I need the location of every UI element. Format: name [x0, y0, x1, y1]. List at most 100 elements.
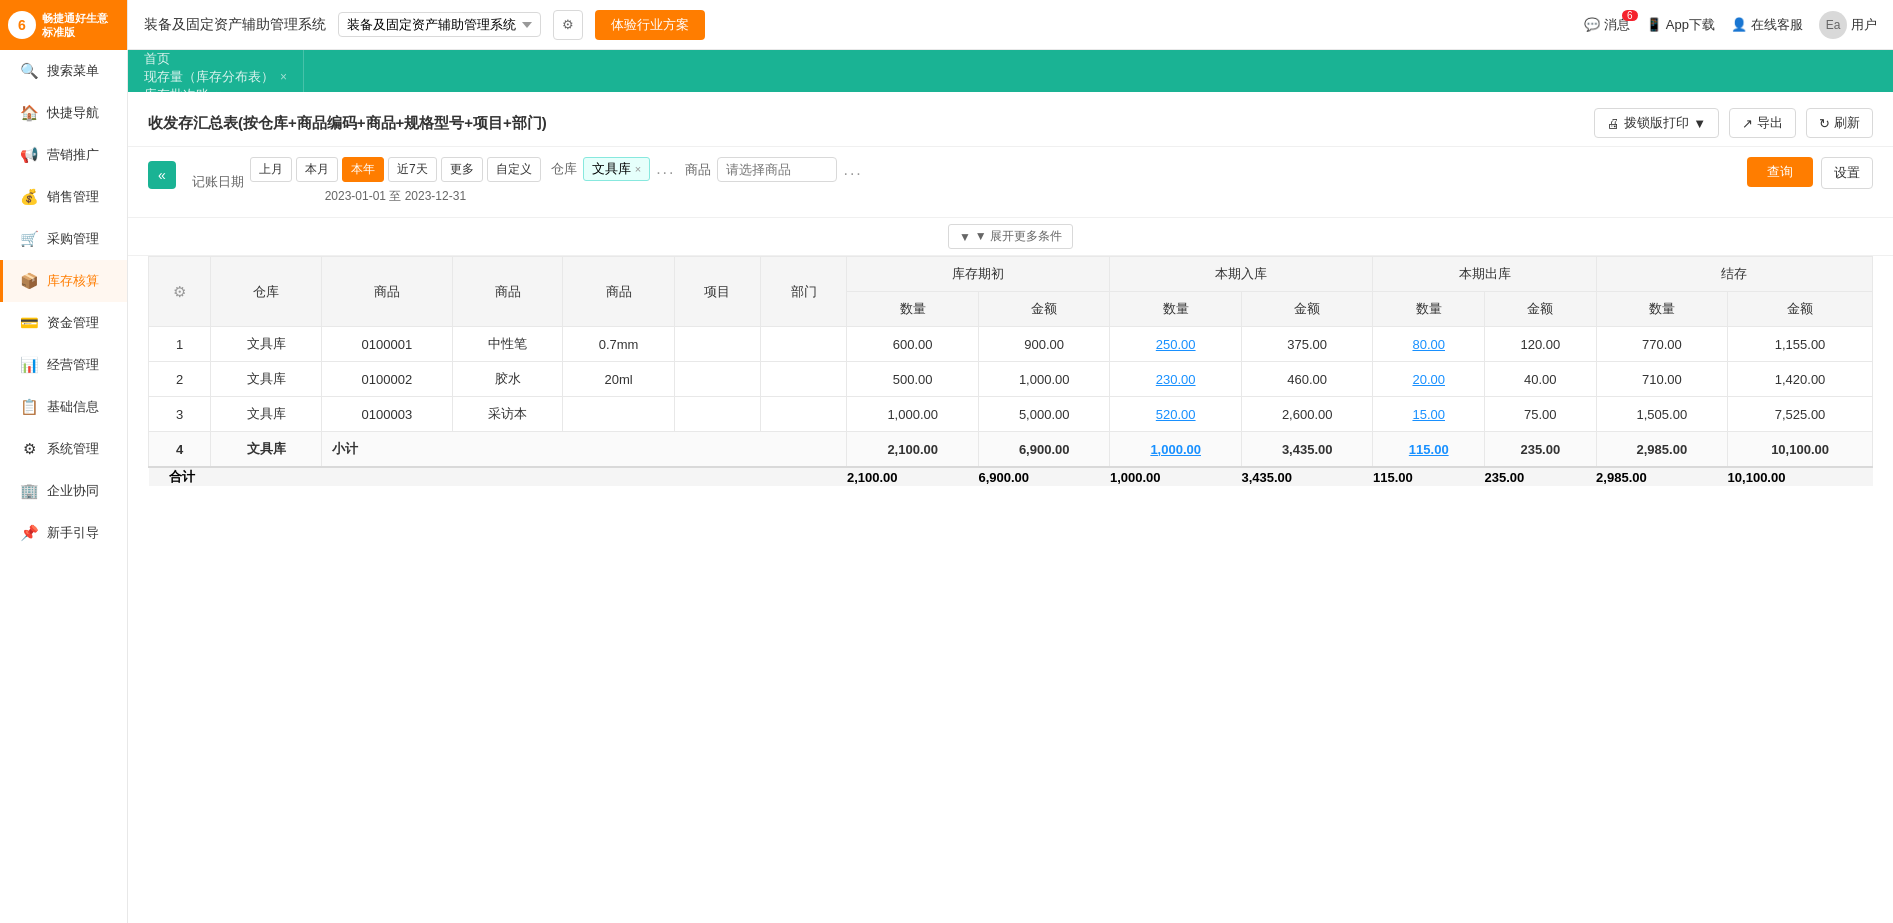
sidebar-item-operations[interactable]: 📊 经营管理: [0, 344, 127, 386]
sidebar-label-system: 系统管理: [47, 440, 99, 458]
sidebar-item-finance[interactable]: 💳 资金管理: [0, 302, 127, 344]
this-year-btn[interactable]: 本年: [342, 157, 384, 182]
th-out-group: 本期出库: [1373, 257, 1596, 292]
app-download-button[interactable]: 📱 App下载: [1646, 16, 1715, 34]
sidebar-icon-newbie: 📌: [19, 524, 39, 542]
cell-subtotal-out-qty[interactable]: 115.00: [1373, 432, 1485, 468]
user-menu[interactable]: Ea 用户: [1819, 11, 1877, 39]
cell-subtotal-in-qty[interactable]: 1,000.00: [1110, 432, 1242, 468]
page-header-actions: 🖨 拨锁版打印 ▼ ↗ 导出 ↻ 刷新: [1594, 108, 1873, 138]
total-in-amt: 3,435.00: [1241, 467, 1373, 486]
sidebar-item-purchase[interactable]: 🛒 采购管理: [0, 218, 127, 260]
warehouse-tag-close[interactable]: ×: [635, 163, 641, 175]
cell-out-qty[interactable]: 15.00: [1373, 397, 1485, 432]
online-service-button[interactable]: 👤 在线客服: [1731, 16, 1803, 34]
export-button[interactable]: ↗ 导出: [1729, 108, 1796, 138]
th-out-amt: 金额: [1485, 292, 1597, 327]
main-area: 装备及固定资产辅助管理系统 装备及固定资产辅助管理系统 ⚙ 体验行业方案 💬 消…: [128, 0, 1893, 923]
cell-in-qty[interactable]: 230.00: [1110, 362, 1242, 397]
goods-filter-label: 商品: [685, 161, 711, 179]
sidebar-icon-base-info: 📋: [19, 398, 39, 416]
date-range-text: 2023-01-01 至 2023-12-31: [321, 186, 470, 207]
cell-out-amt: 75.00: [1485, 397, 1597, 432]
more-date-btn[interactable]: 更多: [441, 157, 483, 182]
sidebar-item-corp[interactable]: 🏢 企业协同: [0, 470, 127, 512]
th-goods-name: 商品: [453, 257, 563, 327]
this-month-btn[interactable]: 本月: [296, 157, 338, 182]
tab-inventory-dist[interactable]: 现存量（库存分布表）×: [128, 68, 304, 86]
cell-opening-amt: 5,000.00: [978, 397, 1110, 432]
sidebar-item-quick-nav[interactable]: 🏠 快捷导航: [0, 92, 127, 134]
th-closing-group: 结存: [1596, 257, 1872, 292]
sidebar-item-inventory[interactable]: 📦 库存核算: [0, 260, 127, 302]
sidebar-item-sales[interactable]: 💰 销售管理: [0, 176, 127, 218]
cell-warehouse: 文具库: [211, 362, 321, 397]
filter-toggle-button[interactable]: «: [148, 161, 176, 189]
sidebar-item-marketing[interactable]: 📢 营销推广: [0, 134, 127, 176]
sidebar-item-search[interactable]: 🔍 搜索菜单: [0, 50, 127, 92]
cell-closing-qty: 1,505.00: [1596, 397, 1728, 432]
cell-closing-amt: 7,525.00: [1728, 397, 1873, 432]
phone-icon: 📱: [1646, 17, 1662, 32]
th-settings[interactable]: ⚙: [149, 257, 211, 327]
cell-closing-qty: 710.00: [1596, 362, 1728, 397]
tab-bar: 首页现存量（库存分布表）×库存批次账×出入库流水×出入库汇总×收发存汇总表×: [128, 50, 1893, 92]
goods-filter-input[interactable]: [717, 157, 837, 182]
tab-label-home: 首页: [144, 50, 170, 68]
sidebar-item-newbie[interactable]: 📌 新手引导: [0, 512, 127, 554]
cell-subtotal-no: 4: [149, 432, 211, 468]
cell-out-amt: 40.00: [1485, 362, 1597, 397]
sidebar-label-finance: 资金管理: [47, 314, 99, 332]
cell-project: [674, 327, 760, 362]
settings-button[interactable]: ⚙: [553, 10, 583, 40]
cell-in-qty[interactable]: 520.00: [1110, 397, 1242, 432]
sidebar-item-base-info[interactable]: 📋 基础信息: [0, 386, 127, 428]
cell-no: 2: [149, 362, 211, 397]
messages-button[interactable]: 💬 消息 6: [1584, 16, 1630, 34]
logo-icon: 6: [8, 11, 36, 39]
print-button[interactable]: 🖨 拨锁版打印 ▼: [1594, 108, 1719, 138]
cell-in-qty[interactable]: 250.00: [1110, 327, 1242, 362]
cell-out-qty[interactable]: 80.00: [1373, 327, 1485, 362]
cell-goods-code: 0100001: [321, 327, 453, 362]
query-button[interactable]: 查询: [1747, 157, 1813, 187]
custom-date-btn[interactable]: 自定义: [487, 157, 541, 182]
th-in-amt: 金额: [1241, 292, 1373, 327]
th-goods-code: 商品: [321, 257, 453, 327]
total-opening-amt: 6,900.00: [978, 467, 1110, 486]
cell-closing-amt: 1,420.00: [1728, 362, 1873, 397]
cell-goods-spec: [563, 397, 675, 432]
cell-in-amt: 2,600.00: [1241, 397, 1373, 432]
cell-out-qty[interactable]: 20.00: [1373, 362, 1485, 397]
cell-opening-qty: 500.00: [847, 362, 979, 397]
sidebar-icon-purchase: 🛒: [19, 230, 39, 248]
th-closing-qty: 数量: [1596, 292, 1728, 327]
prev-month-btn[interactable]: 上月: [250, 157, 292, 182]
table-settings-icon[interactable]: ⚙: [173, 283, 186, 300]
expand-bar: ▼ ▼ 展开更多条件: [128, 218, 1893, 256]
warehouse-filter-label: 仓库: [551, 160, 577, 178]
filter-settings-button[interactable]: 设置: [1821, 157, 1873, 189]
cell-subtotal-opening-amt: 6,900.00: [978, 432, 1110, 468]
message-icon: 💬: [1584, 17, 1600, 32]
sidebar-label-newbie: 新手引导: [47, 524, 99, 542]
sidebar-label-operations: 经营管理: [47, 356, 99, 374]
tab-home[interactable]: 首页: [128, 50, 304, 68]
cell-subtotal-label: 小计: [321, 432, 847, 468]
system-select[interactable]: 装备及固定资产辅助管理系统: [338, 12, 541, 37]
expand-conditions-button[interactable]: ▼ ▼ 展开更多条件: [948, 224, 1073, 249]
trial-button[interactable]: 体验行业方案: [595, 10, 705, 40]
goods-more-button[interactable]: ...: [843, 161, 862, 179]
sidebar-item-system[interactable]: ⚙ 系统管理: [0, 428, 127, 470]
cell-in-amt: 375.00: [1241, 327, 1373, 362]
last-7days-btn[interactable]: 近7天: [388, 157, 437, 182]
warehouse-more-button[interactable]: ...: [656, 160, 675, 178]
date-filter-group: 记账日期 上月 本月 本年 近7天 更多 自定义 2023-01-01 至 20…: [192, 157, 541, 207]
sidebar-label-base-info: 基础信息: [47, 398, 99, 416]
th-opening-qty: 数量: [847, 292, 979, 327]
tab-close-batch[interactable]: ×: [215, 88, 222, 92]
refresh-button[interactable]: ↻ 刷新: [1806, 108, 1873, 138]
cell-opening-amt: 1,000.00: [978, 362, 1110, 397]
tab-close-inventory-dist[interactable]: ×: [280, 70, 287, 84]
sidebar-icon-system: ⚙: [19, 440, 39, 458]
